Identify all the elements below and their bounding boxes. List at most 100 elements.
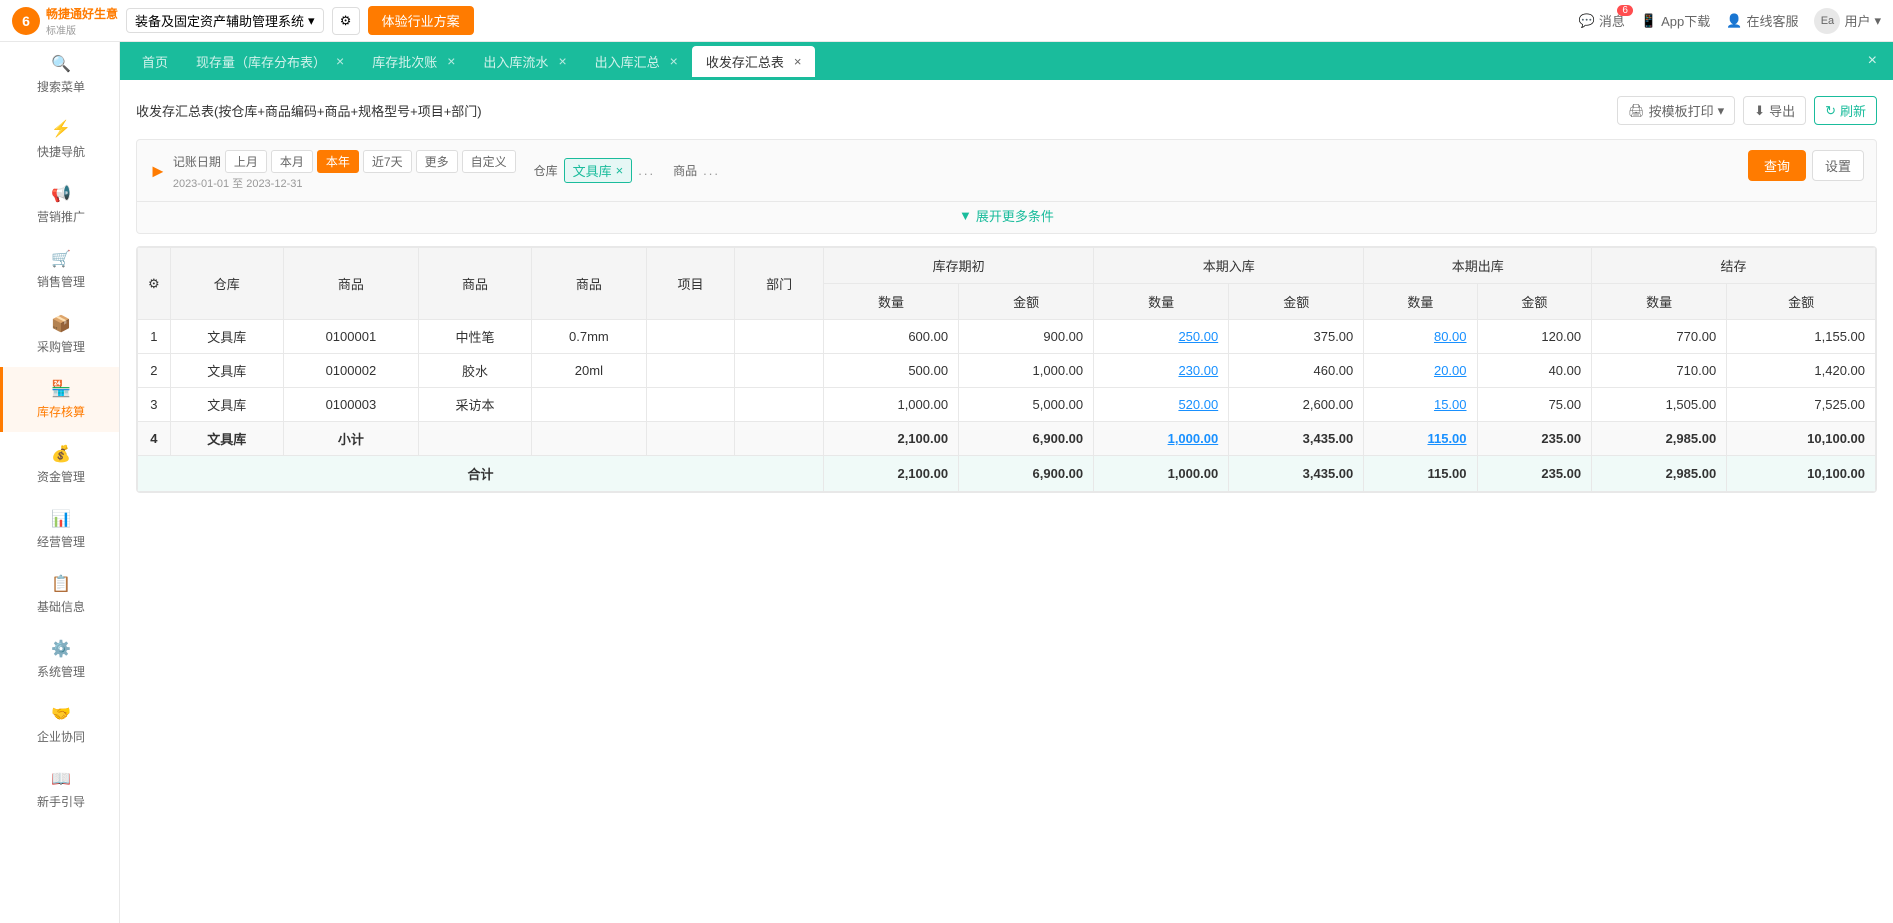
row2-out-qty[interactable]: 20.00 [1364,354,1477,388]
filter-expand-bar: ▼ 展开更多条件 [136,202,1877,234]
total-in-qty: 1,000.00 [1094,456,1229,492]
row3-out-qty[interactable]: 15.00 [1364,388,1477,422]
print-icon: 🖨 [1628,103,1645,119]
set-button[interactable]: 设置 [1812,150,1864,181]
tab-summary-in-out[interactable]: 出入库汇总 × [581,46,692,77]
row2-in-amt: 460.00 [1229,354,1364,388]
sidebar-label-basic-info: 基础信息 [37,598,85,615]
operations-icon: 📊 [51,509,71,529]
subtotal-row: 4 文具库 小计 2,100.00 6,900.00 1,000.00 3,43… [138,422,1876,456]
logo-icon: 6 [12,7,40,35]
th-opening: 库存期初 [824,248,1094,284]
basic-info-icon: 📋 [51,574,71,594]
row3-in-qty[interactable]: 520.00 [1094,388,1229,422]
total-bal-amt: 10,100.00 [1727,456,1876,492]
tab-stock-dist[interactable]: 现存量（库存分布表） × [182,46,358,77]
sidebar-item-marketing[interactable]: 📢 营销推广 [0,172,119,237]
tab-batch-close[interactable]: × [447,53,455,69]
subtotal-empty1 [418,422,531,456]
tab-flow[interactable]: 出入库流水 × [469,46,580,77]
date-7days[interactable]: 近7天 [363,150,412,173]
sidebar-item-basic-info[interactable]: 📋 基础信息 [0,562,119,627]
online-service-item[interactable]: 👤 在线客服 [1726,11,1798,30]
row3-bal-amt: 7,525.00 [1727,388,1876,422]
tab-batch[interactable]: 库存批次账 × [358,46,469,77]
sidebar-item-finance[interactable]: 💰 资金管理 [0,432,119,497]
subtotal-bal-qty: 2,985.00 [1592,422,1727,456]
app-download-item[interactable]: 📱 App下载 [1641,11,1710,30]
row1-in-qty[interactable]: 250.00 [1094,320,1229,354]
finance-icon: 💰 [51,444,71,464]
row3-open-amt: 5,000.00 [959,388,1094,422]
message-item[interactable]: 💬 消息 6 [1579,11,1625,30]
user-item[interactable]: Ea 用户 ▾ [1814,8,1881,34]
sidebar-item-operations[interactable]: 📊 经营管理 [0,497,119,562]
subtotal-out-qty[interactable]: 115.00 [1364,422,1477,456]
subtotal-empty4 [735,422,824,456]
th-in-qty: 数量 [1094,284,1229,320]
row2-out-amt: 40.00 [1477,354,1592,388]
sidebar-item-search[interactable]: 🔍 搜索菜单 [0,42,119,107]
date-this-year[interactable]: 本年 [317,150,359,173]
tab-bar-close-all[interactable]: × [1860,52,1885,70]
table-header-groups: ⚙ 仓库 商品 商品 商品 项目 部门 库存期初 本期入库 本期出库 结存 [138,248,1876,284]
tab-home[interactable]: 首页 [128,46,182,77]
trial-button[interactable]: 体验行业方案 [368,6,474,35]
date-this-month[interactable]: 本月 [271,150,313,173]
sidebar-item-purchase[interactable]: 📦 采购管理 [0,302,119,367]
guide-icon: 📖 [51,769,71,789]
sidebar-item-quick-nav[interactable]: ⚡ 快捷导航 [0,107,119,172]
row1-open-qty: 600.00 [824,320,959,354]
goods-filter: 商品 ... [673,162,720,179]
row1-out-qty[interactable]: 80.00 [1364,320,1477,354]
tab-recv-send-close[interactable]: × [794,54,802,69]
subtotal-in-qty[interactable]: 1,000.00 [1094,422,1229,456]
sidebar-item-guide[interactable]: 📖 新手引导 [0,757,119,822]
date-custom[interactable]: 自定义 [462,150,516,173]
row2-goods-code: 0100002 [283,354,418,388]
sidebar-label-finance: 资金管理 [37,468,85,485]
subtotal-open-qty: 2,100.00 [824,422,959,456]
row3-goods-name: 采访本 [418,388,531,422]
settings-icon[interactable]: ⚙ [332,7,360,35]
filter-arrow[interactable]: ► [149,162,167,180]
sidebar-item-inventory[interactable]: 🏪 库存核算 [0,367,119,432]
tab-stock-dist-label: 现存量（库存分布表） [196,52,326,71]
warehouse-tag-text: 文具库 [573,161,612,180]
refresh-button[interactable]: ↻ 刷新 [1814,96,1877,125]
sidebar-item-sales[interactable]: 🛒 销售管理 [0,237,119,302]
content-area: 首页 现存量（库存分布表） × 库存批次账 × 出入库流水 × 出入库汇总 × … [120,42,1893,923]
subtotal-empty3 [646,422,735,456]
date-prev-month[interactable]: 上月 [225,150,267,173]
row2-department [735,354,824,388]
warehouse-label: 仓库 [534,162,558,179]
tab-recv-send-label: 收发存汇总表 [706,52,784,71]
tab-stock-dist-close[interactable]: × [336,53,344,69]
date-more[interactable]: 更多 [416,150,458,173]
warehouse-more[interactable]: ... [638,163,655,178]
print-button[interactable]: 🖨 按模板打印 ▾ [1617,96,1735,125]
row2-goods-spec: 20ml [532,354,647,388]
main-layout: 🔍 搜索菜单 ⚡ 快捷导航 📢 营销推广 🛒 销售管理 📦 采购管理 🏪 库存核… [0,42,1893,923]
goods-more[interactable]: ... [703,163,720,178]
row1-goods-spec: 0.7mm [532,320,647,354]
row1-out-amt: 120.00 [1477,320,1592,354]
sidebar-item-enterprise[interactable]: 🤝 企业协同 [0,692,119,757]
col-settings-header[interactable]: ⚙ [138,248,171,320]
tab-recv-send[interactable]: 收发存汇总表 × [692,46,816,77]
filter-arrow-area: ► [149,162,167,180]
row2-in-qty[interactable]: 230.00 [1094,354,1229,388]
sidebar-label-purchase: 采购管理 [37,338,85,355]
system-selector[interactable]: 装备及固定资产辅助管理系统 ▾ [126,8,324,33]
expand-more-btn[interactable]: ▼ 展开更多条件 [149,206,1864,225]
tab-flow-close[interactable]: × [558,53,566,69]
query-button[interactable]: 查询 [1748,150,1806,181]
page-content: 收发存汇总表(按仓库+商品编码+商品+规格型号+项目+部门) 🖨 按模板打印 ▾… [120,80,1893,923]
warehouse-tag-close[interactable]: × [616,163,624,178]
print-label: 按模板打印 [1649,101,1714,120]
th-bal-amt: 金额 [1727,284,1876,320]
export-button[interactable]: ⬇ 导出 [1743,96,1806,125]
tab-summary-in-out-close[interactable]: × [670,53,678,69]
sidebar-item-system[interactable]: ⚙️ 系统管理 [0,627,119,692]
logo-text: 畅捷通好生意 标准版 [46,5,118,37]
